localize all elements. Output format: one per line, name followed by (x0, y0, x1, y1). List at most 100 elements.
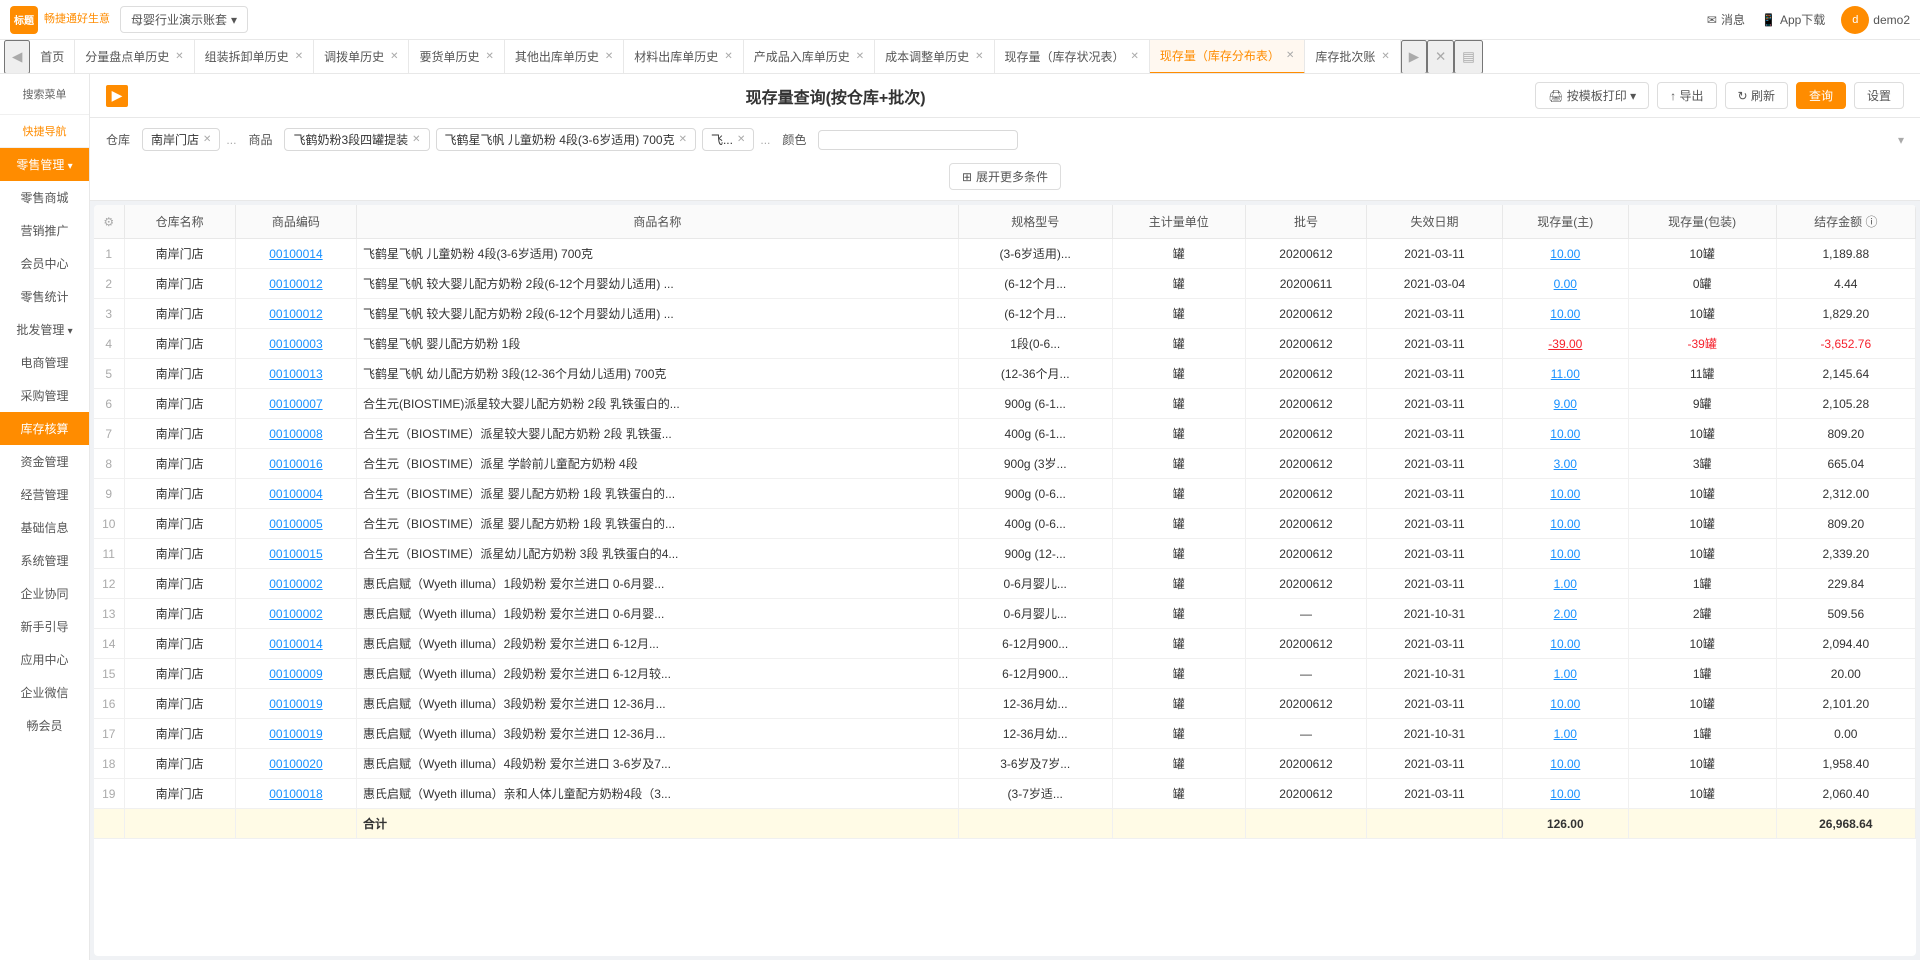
tab-cost-adjust-close[interactable]: ✕ (975, 51, 983, 62)
sidebar-item-basic-info[interactable]: 基础信息 (0, 511, 89, 544)
cell-qty-main[interactable]: 10.00 (1502, 299, 1628, 329)
cell-code[interactable]: 00100014 (235, 629, 356, 659)
product-tag-2-close[interactable]: ✕ (679, 134, 687, 145)
sidebar-item-wechat[interactable]: 企业微信 (0, 676, 89, 709)
product-tag-1[interactable]: 飞鹤奶粉3段四罐提装 ✕ (284, 128, 429, 151)
cell-qty-main[interactable]: 11.00 (1502, 359, 1628, 389)
cell-code[interactable]: 00100012 (235, 299, 356, 329)
tab-cost-adjust[interactable]: 成本调整单历史 ✕ (875, 40, 994, 74)
cell-code[interactable]: 00100002 (235, 599, 356, 629)
tab-home[interactable]: 首页 (30, 40, 75, 74)
tab-scroll-left[interactable]: ◀ (4, 40, 30, 74)
tab-product-in[interactable]: 产成品入库单历史 ✕ (744, 40, 875, 74)
tab-close-all[interactable]: ✕ (1427, 40, 1454, 74)
color-dropdown-icon[interactable]: ▾ (1898, 133, 1904, 147)
cell-code[interactable]: 00100020 (235, 749, 356, 779)
cell-code[interactable]: 00100012 (235, 269, 356, 299)
sidebar-item-app-center[interactable]: 应用中心 (0, 643, 89, 676)
cell-qty-main[interactable]: 10.00 (1502, 479, 1628, 509)
cell-qty-main[interactable]: 10.00 (1502, 689, 1628, 719)
warehouse-tag[interactable]: 南岸门店 ✕ (142, 128, 220, 151)
tab-batch-account[interactable]: 库存批次账 ✕ (1305, 40, 1400, 74)
cell-qty-main[interactable]: 10.00 (1502, 539, 1628, 569)
sidebar-item-retail-mgmt[interactable]: 零售管理 ▾ (0, 148, 89, 181)
sidebar-item-member-center[interactable]: 会员中心 (0, 247, 89, 280)
export-btn[interactable]: ↑ 导出 (1657, 82, 1716, 109)
product-more[interactable]: ... (760, 133, 770, 147)
sidebar-item-enterprise[interactable]: 企业协同 (0, 577, 89, 610)
tab-scroll-right[interactable]: ▶ (1401, 40, 1427, 74)
cell-qty-main[interactable]: 1.00 (1502, 569, 1628, 599)
tab-inventory-dist[interactable]: 现存量（库存分布表） ✕ (1150, 40, 1305, 74)
product-tag-3-close[interactable]: ✕ (737, 134, 745, 145)
tab-diaob-close[interactable]: ✕ (390, 51, 398, 62)
cell-code[interactable]: 00100018 (235, 779, 356, 809)
tab-inventory-status-close[interactable]: ✕ (1131, 51, 1139, 62)
cell-qty-main[interactable]: 0.00 (1502, 269, 1628, 299)
message-btn[interactable]: ✉ 消息 (1707, 11, 1745, 28)
sidebar-item-ecommerce[interactable]: 电商管理 (0, 346, 89, 379)
tab-menu[interactable]: ▤ (1454, 40, 1483, 74)
user-profile[interactable]: d demo2 (1841, 6, 1910, 34)
tab-diaob[interactable]: 调拨单历史 ✕ (314, 40, 409, 74)
cell-code[interactable]: 00100004 (235, 479, 356, 509)
cell-qty-main[interactable]: 3.00 (1502, 449, 1628, 479)
cell-code[interactable]: 00100005 (235, 509, 356, 539)
tab-product-in-close[interactable]: ✕ (856, 51, 864, 62)
orange-expand-btn[interactable]: ▶ (106, 85, 128, 107)
cell-code[interactable]: 00100013 (235, 359, 356, 389)
cell-qty-main[interactable]: 10.00 (1502, 509, 1628, 539)
cell-code[interactable]: 00100019 (235, 689, 356, 719)
sidebar-item-system[interactable]: 系统管理 (0, 544, 89, 577)
cell-code[interactable]: 00100016 (235, 449, 356, 479)
cell-qty-main[interactable]: 1.00 (1502, 659, 1628, 689)
cell-qty-main[interactable]: 10.00 (1502, 779, 1628, 809)
tab-zuhe-close[interactable]: ✕ (295, 51, 303, 62)
sidebar-item-wholesale[interactable]: 批发管理 ▾ (0, 313, 89, 346)
cell-qty-main[interactable]: 2.00 (1502, 599, 1628, 629)
product-tag-1-close[interactable]: ✕ (412, 134, 420, 145)
sidebar-item-inventory[interactable]: 库存核算 (0, 412, 89, 445)
search-menu-btn[interactable]: 搜索菜单 (8, 82, 81, 106)
settings-btn[interactable]: 设置 (1854, 82, 1904, 109)
cell-code[interactable]: 00100003 (235, 329, 356, 359)
sidebar-item-finance[interactable]: 资金管理 (0, 445, 89, 478)
sidebar-item-vip[interactable]: 畅会员 (0, 709, 89, 742)
cell-qty-main[interactable]: 10.00 (1502, 749, 1628, 779)
sidebar-item-retail-stats[interactable]: 零售统计 (0, 280, 89, 313)
sidebar-item-retail-shop[interactable]: 零售商城 (0, 181, 89, 214)
refresh-btn[interactable]: ↻ 刷新 (1725, 82, 1788, 109)
cell-code[interactable]: 00100007 (235, 389, 356, 419)
sidebar-item-purchase[interactable]: 采购管理 (0, 379, 89, 412)
tab-inventory-dist-close[interactable]: ✕ (1286, 50, 1294, 61)
tab-material-close[interactable]: ✕ (724, 51, 732, 62)
cell-qty-main[interactable]: -39.00 (1502, 329, 1628, 359)
product-tag-3[interactable]: 飞... ✕ (702, 128, 754, 151)
quick-nav-btn[interactable]: 快捷导航 (0, 119, 89, 143)
tab-inventory-status[interactable]: 现存量（库存状况表） ✕ (995, 40, 1150, 74)
warehouse-more[interactable]: ... (226, 133, 236, 147)
tab-qita-out[interactable]: 其他出库单历史 ✕ (505, 40, 624, 74)
product-tag-2[interactable]: 飞鹤星飞帆 儿童奶粉 4段(3-6岁适用) 700克 ✕ (436, 128, 696, 151)
tab-fenliang[interactable]: 分量盘点单历史 ✕ (75, 40, 194, 74)
tab-batch-account-close[interactable]: ✕ (1381, 51, 1389, 62)
tab-yaohuo-close[interactable]: ✕ (486, 51, 494, 62)
color-input[interactable] (818, 130, 1018, 150)
sidebar-item-marketing[interactable]: 营销推广 (0, 214, 89, 247)
template-print-btn[interactable]: 🖨 按模板打印 ▾ (1535, 82, 1649, 109)
app-download-btn[interactable]: 📱 App下载 (1761, 11, 1825, 28)
cell-qty-main[interactable]: 10.00 (1502, 629, 1628, 659)
tab-fenliang-close[interactable]: ✕ (175, 51, 183, 62)
cell-qty-main[interactable]: 10.00 (1502, 239, 1628, 269)
cell-code[interactable]: 00100014 (235, 239, 356, 269)
tab-yaohuo[interactable]: 要货单历史 ✕ (409, 40, 504, 74)
company-selector[interactable]: 母婴行业演示账套 ▾ (120, 6, 248, 33)
cell-code[interactable]: 00100009 (235, 659, 356, 689)
tab-zuhe[interactable]: 组装拆卸单历史 ✕ (195, 40, 314, 74)
query-btn[interactable]: 查询 (1796, 82, 1846, 109)
expand-conditions-btn[interactable]: ⊞ 展开更多条件 (949, 163, 1061, 190)
tab-qita-out-close[interactable]: ✕ (605, 51, 613, 62)
tab-material[interactable]: 材料出库单历史 ✕ (624, 40, 743, 74)
cell-code[interactable]: 00100002 (235, 569, 356, 599)
col-settings-icon[interactable]: ⚙ (103, 215, 114, 229)
